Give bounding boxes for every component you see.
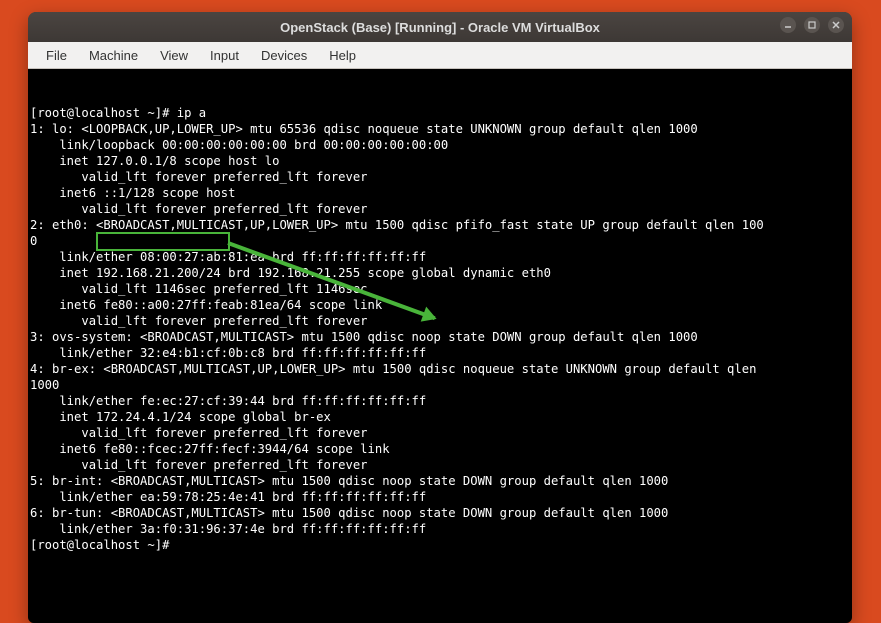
menubar: File Machine View Input Devices Help — [28, 42, 852, 69]
menu-help[interactable]: Help — [319, 45, 366, 66]
terminal[interactable]: [root@localhost ~]# ip a 1: lo: <LOOPBAC… — [28, 69, 852, 623]
minimize-icon[interactable] — [780, 17, 796, 33]
window-controls — [780, 17, 844, 33]
window-title: OpenStack (Base) [Running] - Oracle VM V… — [28, 20, 852, 35]
vm-window: OpenStack (Base) [Running] - Oracle VM V… — [28, 12, 852, 623]
menu-view[interactable]: View — [150, 45, 198, 66]
terminal-output: [root@localhost ~]# ip a 1: lo: <LOOPBAC… — [30, 105, 850, 553]
titlebar[interactable]: OpenStack (Base) [Running] - Oracle VM V… — [28, 12, 852, 42]
menu-machine[interactable]: Machine — [79, 45, 148, 66]
menu-devices[interactable]: Devices — [251, 45, 317, 66]
maximize-icon[interactable] — [804, 17, 820, 33]
menu-file[interactable]: File — [36, 45, 77, 66]
close-icon[interactable] — [828, 17, 844, 33]
menu-input[interactable]: Input — [200, 45, 249, 66]
